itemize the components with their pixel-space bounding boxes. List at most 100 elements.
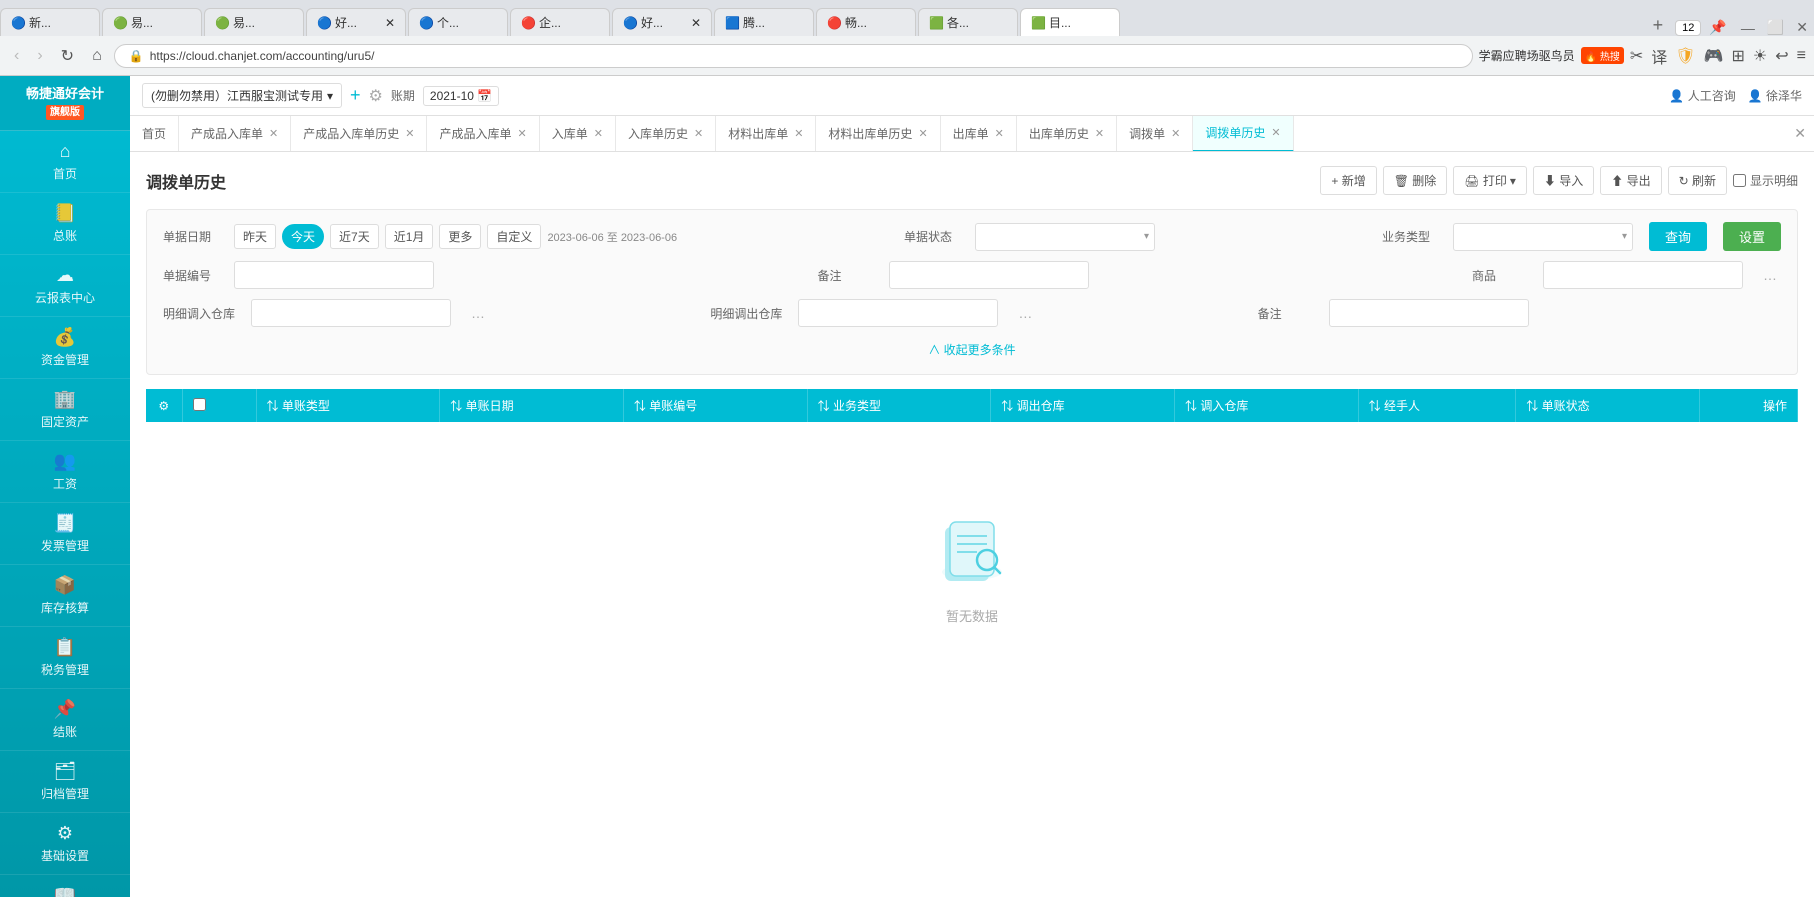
new-button[interactable]: + 新增: [1320, 166, 1376, 195]
sidebar-item-tax[interactable]: 📋税务管理: [0, 627, 130, 689]
page-tab-mat_out[interactable]: 材料出库单✕: [716, 116, 816, 152]
user-label[interactable]: 👤 徐泽华: [1748, 87, 1802, 104]
sidebar-item-inventory[interactable]: 📦库存核算: [0, 565, 130, 627]
browser-tab-t10[interactable]: 🟩各...: [918, 8, 1018, 36]
page-tab-in_hist[interactable]: 入库单历史✕: [616, 116, 716, 152]
sidebar-item-settings[interactable]: ⚙基础设置: [0, 813, 130, 875]
sidebar-item-home[interactable]: ⌂首页: [0, 131, 130, 193]
add-company-button[interactable]: +: [350, 85, 361, 106]
table-col-biz-type[interactable]: ⇅ 业务类型: [807, 389, 991, 422]
table-check-col[interactable]: [182, 389, 256, 422]
page-tab-close-mat_out[interactable]: ✕: [794, 127, 803, 140]
browser-tab-t4[interactable]: 🔵好...✕: [306, 8, 406, 36]
browser-tab-t1[interactable]: 🔵新...: [0, 8, 100, 36]
page-tab-out_order[interactable]: 出库单✕: [941, 116, 1017, 152]
close-all-tabs-button[interactable]: ✕: [1786, 125, 1814, 142]
minimize-icon[interactable]: —: [1735, 20, 1761, 36]
doc-no-input[interactable]: [234, 261, 434, 289]
page-tab-close-transfer[interactable]: ✕: [1171, 127, 1180, 140]
page-tab-out_hist[interactable]: 出库单历史✕: [1017, 116, 1117, 152]
more-date-btn[interactable]: 更多: [439, 224, 481, 249]
url-bar[interactable]: 🔒 https://cloud.chanjet.com/accounting/u…: [114, 44, 1473, 68]
shield-icon[interactable]: 🛡: [1675, 46, 1695, 66]
browser-tab-t2[interactable]: 🟢易...: [102, 8, 202, 36]
delete-button[interactable]: 🗑 删除: [1383, 166, 1448, 195]
table-col-doc-date[interactable]: ⇅ 单账日期: [440, 389, 624, 422]
detail-out-input[interactable]: [798, 299, 998, 327]
display-toggle-checkbox[interactable]: [1733, 174, 1746, 187]
remark-input[interactable]: [889, 261, 1089, 289]
scissors-icon[interactable]: ✂: [1630, 46, 1643, 66]
menu-icon[interactable]: ≡: [1797, 47, 1806, 65]
yesterday-btn[interactable]: 昨天: [234, 224, 276, 249]
sidebar-item-finance[interactable]: 💰资金管理: [0, 317, 130, 379]
sidebar-item-ledger[interactable]: 📒总账: [0, 193, 130, 255]
settings-gear-icon[interactable]: ⚙: [369, 86, 383, 106]
detail-in-input[interactable]: [251, 299, 451, 327]
display-toggle[interactable]: 显示明细: [1733, 172, 1798, 189]
sidebar-item-fixed_assets[interactable]: 🏢固定资产: [0, 379, 130, 441]
browser-tab-t5[interactable]: 🔵个...: [408, 8, 508, 36]
browser-tab-t9[interactable]: 🔴畅...: [816, 8, 916, 36]
page-tab-transfer[interactable]: 调拨单✕: [1117, 116, 1193, 152]
home-button[interactable]: ⌂: [86, 45, 108, 67]
page-tab-prod_in_hist[interactable]: 产成品入库单历史✕: [291, 116, 427, 152]
table-col-doc-type[interactable]: ⇅ 单账类型: [256, 389, 440, 422]
undo-icon[interactable]: ↩: [1775, 46, 1788, 66]
browser-tab-t8[interactable]: 🟦腾...: [714, 8, 814, 36]
translate-icon[interactable]: 译: [1651, 44, 1667, 68]
sidebar-item-closing[interactable]: 📌结账: [0, 689, 130, 751]
month-btn[interactable]: 近1月: [385, 224, 434, 249]
table-gear-col[interactable]: ⚙: [146, 389, 182, 422]
select-all-checkbox[interactable]: [193, 398, 206, 411]
query-button[interactable]: 查询: [1649, 222, 1707, 251]
detail-in-ellipsis[interactable]: …: [467, 305, 489, 321]
custom-date-btn[interactable]: 自定义: [487, 224, 541, 249]
import-button[interactable]: ⬇ 导入: [1533, 166, 1594, 195]
page-tab-home[interactable]: 首页: [130, 116, 179, 152]
week-btn[interactable]: 近7天: [330, 224, 379, 249]
brightness-icon[interactable]: ☀: [1753, 46, 1767, 66]
new-tab-button[interactable]: +: [1645, 15, 1672, 36]
page-tab-close-out_hist[interactable]: ✕: [1095, 127, 1104, 140]
detail-remark-input[interactable]: [1329, 299, 1529, 327]
table-col-doc-no[interactable]: ⇅ 单账编号: [623, 389, 807, 422]
browser-tab-t11[interactable]: 🟩目...: [1020, 8, 1120, 36]
tab-close-t7[interactable]: ✕: [691, 16, 701, 30]
page-tab-close-prod_in[interactable]: ✕: [269, 127, 278, 140]
page-tab-transfer_hist[interactable]: 调拨单历史✕: [1193, 116, 1293, 152]
sidebar-item-salary[interactable]: 👥工资: [0, 441, 130, 503]
refresh-button[interactable]: ↻ 刷新: [1668, 166, 1727, 195]
collapse-button[interactable]: ∧ 收起更多条件: [163, 337, 1781, 362]
page-tab-close-transfer_hist[interactable]: ✕: [1271, 126, 1280, 139]
page-tab-close-prod_in2[interactable]: ✕: [518, 127, 527, 140]
page-tab-close-out_order[interactable]: ✕: [995, 127, 1004, 140]
period-value[interactable]: 2021-10 📅: [423, 86, 499, 106]
page-tab-prod_in2[interactable]: 产成品入库单✕: [427, 116, 539, 152]
company-select[interactable]: (勿删勿禁用）江西服宝测试专用 ▾: [142, 83, 342, 108]
page-tab-mat_out_hist[interactable]: 材料出库单历史✕: [816, 116, 940, 152]
goods-ellipsis[interactable]: …: [1759, 267, 1781, 283]
table-col-doc-status[interactable]: ⇅ 单账状态: [1516, 389, 1700, 422]
status-filter-select[interactable]: [975, 223, 1155, 251]
back-button[interactable]: ‹: [8, 45, 25, 67]
service-label[interactable]: 👤 人工咨询: [1669, 87, 1735, 104]
print-button[interactable]: 🖨 打印 ▾: [1453, 166, 1527, 195]
close-icon[interactable]: ✕: [1790, 19, 1814, 36]
sidebar-item-guide[interactable]: 📖新手引导: [0, 875, 130, 897]
forward-button[interactable]: ›: [31, 45, 48, 67]
today-btn[interactable]: 今天: [282, 224, 324, 249]
sidebar-item-reports[interactable]: ☁云报表中心: [0, 255, 130, 317]
browser-tab-t6[interactable]: 🔴企...: [510, 8, 610, 36]
tab-close-t4[interactable]: ✕: [385, 16, 395, 30]
page-tab-prod_in[interactable]: 产成品入库单✕: [179, 116, 291, 152]
page-tab-close-in_order[interactable]: ✕: [594, 127, 603, 140]
export-button[interactable]: ⬆ 导出: [1600, 166, 1661, 195]
grid-icon[interactable]: ⊞: [1732, 46, 1745, 66]
page-tab-in_order[interactable]: 入库单✕: [540, 116, 616, 152]
detail-out-ellipsis[interactable]: …: [1014, 305, 1036, 321]
table-col-in-warehouse[interactable]: ⇅ 调入仓库: [1174, 389, 1358, 422]
goods-input[interactable]: [1543, 261, 1743, 289]
reload-button[interactable]: ↻: [55, 44, 80, 68]
maximize-icon[interactable]: ⬜: [1761, 19, 1790, 36]
